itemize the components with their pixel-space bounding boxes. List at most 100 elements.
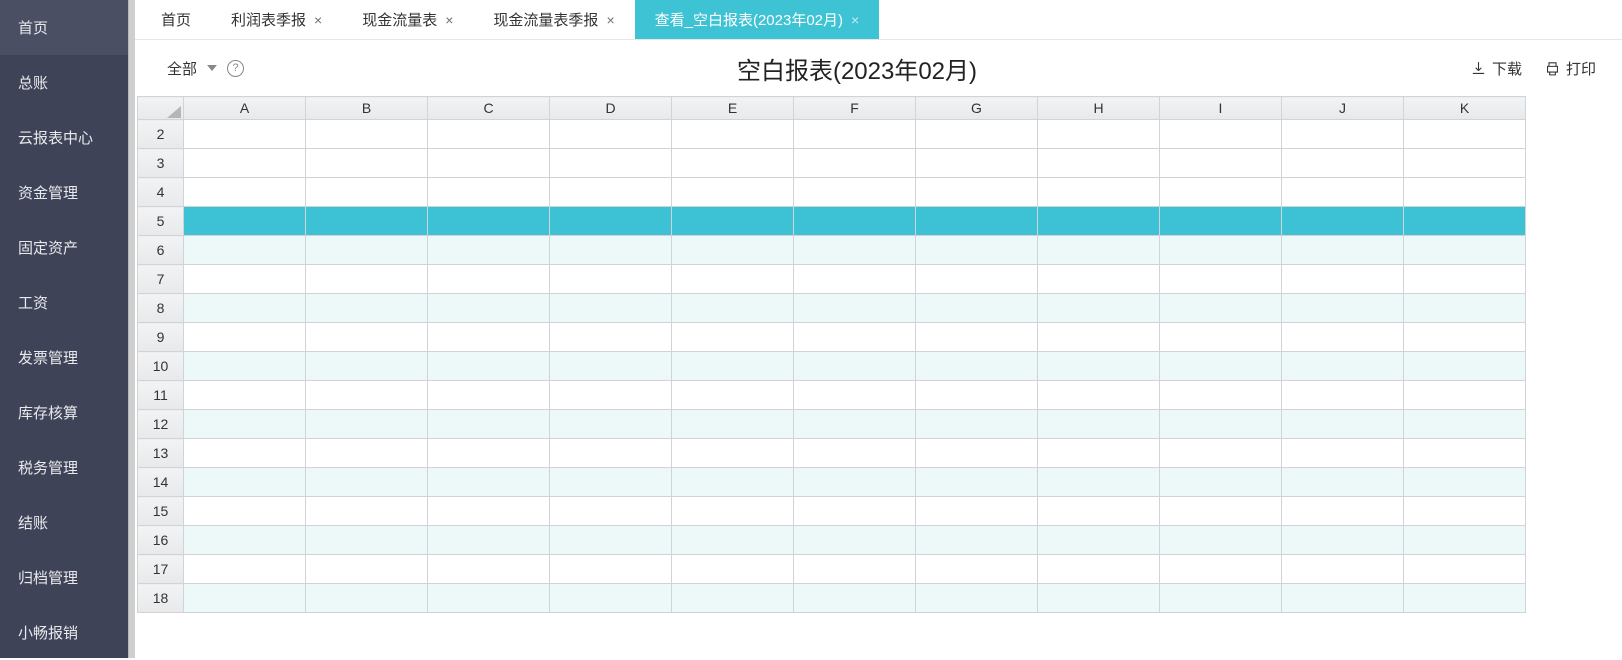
close-icon[interactable]: × (314, 12, 322, 28)
cell-B10[interactable] (306, 352, 428, 381)
tab-0[interactable]: 首页 (141, 0, 211, 39)
cell-H11[interactable] (1038, 381, 1160, 410)
cell-G5[interactable] (916, 207, 1038, 236)
cell-C16[interactable] (428, 526, 550, 555)
cell-B14[interactable] (306, 468, 428, 497)
cell-I9[interactable] (1160, 323, 1282, 352)
cell-D17[interactable] (550, 555, 672, 584)
cell-E17[interactable] (672, 555, 794, 584)
column-header-J[interactable]: J (1282, 97, 1404, 120)
cell-E6[interactable] (672, 236, 794, 265)
cell-E12[interactable] (672, 410, 794, 439)
cell-C8[interactable] (428, 294, 550, 323)
cell-F12[interactable] (794, 410, 916, 439)
cell-J4[interactable] (1282, 178, 1404, 207)
cell-D16[interactable] (550, 526, 672, 555)
cell-A15[interactable] (184, 497, 306, 526)
cell-I12[interactable] (1160, 410, 1282, 439)
row-header-16[interactable]: 16 (138, 526, 184, 555)
cell-G6[interactable] (916, 236, 1038, 265)
cell-C2[interactable] (428, 120, 550, 149)
cell-C7[interactable] (428, 265, 550, 294)
cell-B15[interactable] (306, 497, 428, 526)
cell-A10[interactable] (184, 352, 306, 381)
cell-H6[interactable] (1038, 236, 1160, 265)
sidebar-item-4[interactable]: 固定资产 (0, 220, 128, 275)
cell-C17[interactable] (428, 555, 550, 584)
cell-G8[interactable] (916, 294, 1038, 323)
column-header-G[interactable]: G (916, 97, 1038, 120)
sidebar-item-7[interactable]: 库存核算 (0, 385, 128, 440)
column-header-F[interactable]: F (794, 97, 916, 120)
cell-J9[interactable] (1282, 323, 1404, 352)
cell-J13[interactable] (1282, 439, 1404, 468)
cell-C9[interactable] (428, 323, 550, 352)
cell-J7[interactable] (1282, 265, 1404, 294)
sidebar-item-1[interactable]: 总账 (0, 55, 128, 110)
cell-E3[interactable] (672, 149, 794, 178)
cell-C3[interactable] (428, 149, 550, 178)
cell-B5[interactable] (306, 207, 428, 236)
cell-D13[interactable] (550, 439, 672, 468)
cell-D10[interactable] (550, 352, 672, 381)
cell-E14[interactable] (672, 468, 794, 497)
cell-I6[interactable] (1160, 236, 1282, 265)
cell-F13[interactable] (794, 439, 916, 468)
cell-K13[interactable] (1404, 439, 1526, 468)
row-header-4[interactable]: 4 (138, 178, 184, 207)
row-header-17[interactable]: 17 (138, 555, 184, 584)
close-icon[interactable]: × (606, 12, 614, 28)
cell-H3[interactable] (1038, 149, 1160, 178)
close-icon[interactable]: × (445, 12, 453, 28)
cell-A2[interactable] (184, 120, 306, 149)
cell-C5[interactable] (428, 207, 550, 236)
cell-C10[interactable] (428, 352, 550, 381)
column-header-K[interactable]: K (1404, 97, 1526, 120)
cell-K15[interactable] (1404, 497, 1526, 526)
cell-A7[interactable] (184, 265, 306, 294)
cell-E16[interactable] (672, 526, 794, 555)
cell-G12[interactable] (916, 410, 1038, 439)
cell-E7[interactable] (672, 265, 794, 294)
cell-E5[interactable] (672, 207, 794, 236)
help-icon[interactable]: ? (227, 60, 244, 77)
cell-F6[interactable] (794, 236, 916, 265)
cell-D2[interactable] (550, 120, 672, 149)
cell-D5[interactable] (550, 207, 672, 236)
cell-F15[interactable] (794, 497, 916, 526)
row-header-7[interactable]: 7 (138, 265, 184, 294)
sidebar-item-5[interactable]: 工资 (0, 275, 128, 330)
sidebar-item-0[interactable]: 首页 (0, 0, 128, 55)
cell-H17[interactable] (1038, 555, 1160, 584)
cell-J16[interactable] (1282, 526, 1404, 555)
cell-C11[interactable] (428, 381, 550, 410)
cell-D8[interactable] (550, 294, 672, 323)
cell-F10[interactable] (794, 352, 916, 381)
cell-J14[interactable] (1282, 468, 1404, 497)
cell-E8[interactable] (672, 294, 794, 323)
cell-H4[interactable] (1038, 178, 1160, 207)
row-header-3[interactable]: 3 (138, 149, 184, 178)
cell-H14[interactable] (1038, 468, 1160, 497)
cell-I4[interactable] (1160, 178, 1282, 207)
cell-A18[interactable] (184, 584, 306, 613)
cell-K3[interactable] (1404, 149, 1526, 178)
cell-D11[interactable] (550, 381, 672, 410)
tab-1[interactable]: 利润表季报× (211, 0, 342, 39)
cell-E15[interactable] (672, 497, 794, 526)
cell-C12[interactable] (428, 410, 550, 439)
cell-A3[interactable] (184, 149, 306, 178)
column-header-C[interactable]: C (428, 97, 550, 120)
cell-K7[interactable] (1404, 265, 1526, 294)
cell-G9[interactable] (916, 323, 1038, 352)
sidebar-item-8[interactable]: 税务管理 (0, 440, 128, 495)
cell-D3[interactable] (550, 149, 672, 178)
cell-K2[interactable] (1404, 120, 1526, 149)
cell-K5[interactable] (1404, 207, 1526, 236)
cell-E2[interactable] (672, 120, 794, 149)
cell-H5[interactable] (1038, 207, 1160, 236)
print-button[interactable]: 打印 (1544, 58, 1596, 79)
column-header-B[interactable]: B (306, 97, 428, 120)
cell-J10[interactable] (1282, 352, 1404, 381)
cell-J17[interactable] (1282, 555, 1404, 584)
